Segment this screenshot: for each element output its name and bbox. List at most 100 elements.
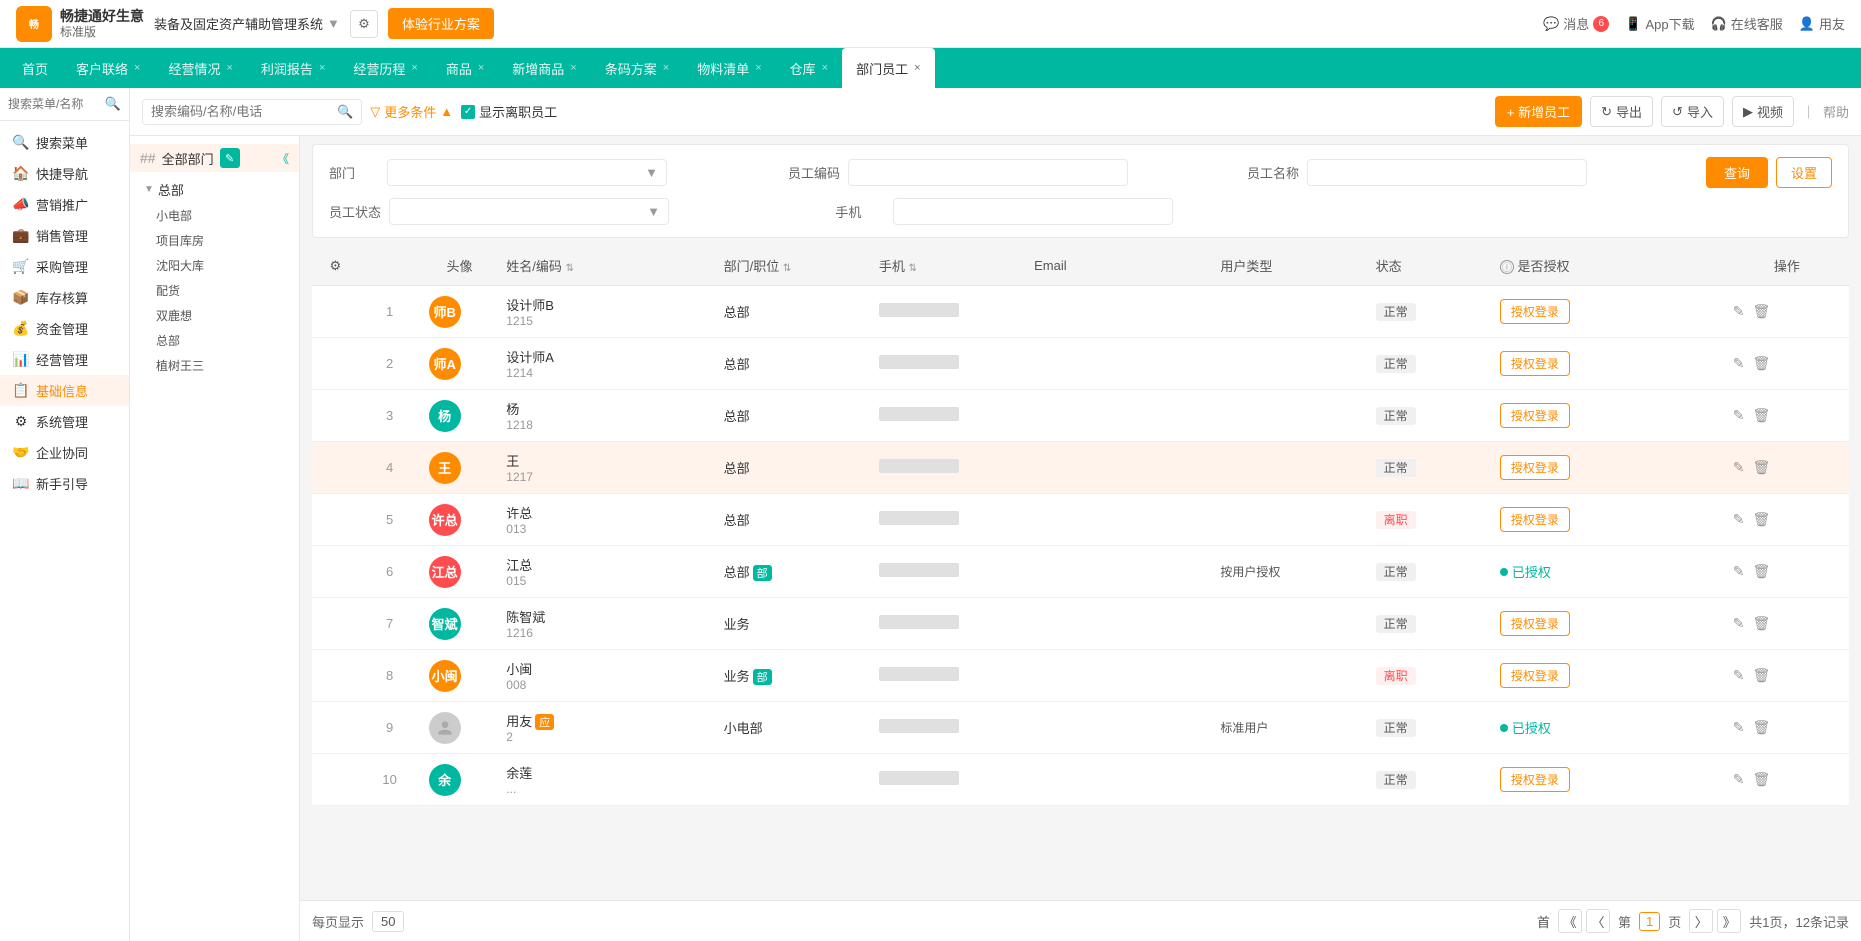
delete-icon[interactable]: 🗑 xyxy=(1752,771,1770,788)
delete-icon[interactable]: 🗑 xyxy=(1752,459,1770,476)
next-button[interactable]: 〉 xyxy=(1689,909,1713,933)
close-icon[interactable]: × xyxy=(134,62,140,74)
emp-name-input[interactable] xyxy=(1307,159,1587,186)
edit-icon[interactable]: ✎ xyxy=(1733,303,1745,320)
nav-item-goods[interactable]: 商品× xyxy=(432,48,498,88)
nav-item-customer[interactable]: 客户联络× xyxy=(62,48,154,88)
edit-icon[interactable]: ✎ xyxy=(1733,511,1745,528)
search-input[interactable] xyxy=(151,104,331,119)
edit-icon[interactable]: ✎ xyxy=(1733,355,1745,372)
sidebar-item-purchase[interactable]: 🛒 采购管理 xyxy=(0,251,129,282)
chevron-down-icon[interactable]: ▼ xyxy=(327,16,340,31)
close-icon[interactable]: × xyxy=(411,62,417,74)
dept-child-zongbu[interactable]: 总部 xyxy=(130,328,299,353)
online-service-button[interactable]: 🎧 在线客服 xyxy=(1711,14,1783,33)
help-text[interactable]: 帮助 xyxy=(1823,102,1849,121)
export-button[interactable]: ↻ 导出 xyxy=(1590,96,1653,127)
nav-item-home[interactable]: 首页 xyxy=(8,48,62,88)
nav-item-profit[interactable]: 利润报告× xyxy=(247,48,339,88)
dept-child-shuanglu[interactable]: 双鹿想 xyxy=(130,303,299,328)
sidebar-item-inventory[interactable]: 📦 库存核算 xyxy=(0,282,129,313)
sidebar-search-input[interactable] xyxy=(8,97,101,111)
auth-login-button[interactable]: 授权登录 xyxy=(1500,299,1570,324)
sidebar-item-operations[interactable]: 📊 经营管理 xyxy=(0,344,129,375)
edit-icon[interactable]: ✎ xyxy=(1733,459,1745,476)
col-phone-header[interactable]: 手机 ⇅ xyxy=(871,246,1026,286)
info-icon[interactable]: ⓘ xyxy=(1500,260,1514,274)
prev-button[interactable]: 〈 xyxy=(1586,909,1610,933)
close-icon[interactable]: × xyxy=(319,62,325,74)
view-button[interactable]: ▶ 视频 xyxy=(1732,96,1794,127)
sidebar-item-search[interactable]: 🔍 搜索菜单 xyxy=(0,127,129,158)
nav-item-warehouse[interactable]: 仓库× xyxy=(776,48,842,88)
delete-icon[interactable]: 🗑 xyxy=(1752,563,1770,580)
dept-edit-icon[interactable]: ✎ xyxy=(220,148,240,168)
sidebar-item-system[interactable]: ⚙ 系统管理 xyxy=(0,406,129,437)
nav-item-dept[interactable]: 部门员工× xyxy=(842,48,934,88)
delete-icon[interactable]: 🗑 xyxy=(1752,303,1770,320)
auth-login-button[interactable]: 授权登录 xyxy=(1500,767,1570,792)
sort-icon[interactable]: ⇅ xyxy=(783,263,791,274)
delete-icon[interactable]: 🗑 xyxy=(1752,511,1770,528)
current-page[interactable]: 1 xyxy=(1639,912,1660,931)
delete-icon[interactable]: 🗑 xyxy=(1752,719,1770,736)
phone-input[interactable] xyxy=(893,198,1173,225)
next-next-button[interactable]: 》 xyxy=(1717,909,1741,933)
dept-filter-select[interactable]: ▼ xyxy=(387,159,667,186)
edit-icon[interactable]: ✎ xyxy=(1733,615,1745,632)
emp-status-select[interactable]: ▼ xyxy=(389,198,669,225)
col-dept-header[interactable]: 部门/职位 ⇅ xyxy=(716,246,871,286)
gear-button[interactable]: ⚙ xyxy=(350,10,378,38)
col-settings[interactable]: ⚙ xyxy=(312,246,359,286)
nav-item-bom[interactable]: 物料清单× xyxy=(683,48,775,88)
sidebar-item-collab[interactable]: 🤝 企业协同 xyxy=(0,437,129,468)
more-filter-button[interactable]: ▽ 更多条件 ▲ xyxy=(370,102,453,121)
delete-icon[interactable]: 🗑 xyxy=(1752,407,1770,424)
auth-login-button[interactable]: 授权登录 xyxy=(1500,611,1570,636)
close-icon[interactable]: × xyxy=(663,62,669,74)
per-page-value[interactable]: 50 xyxy=(372,911,404,932)
sidebar-item-basic-info[interactable]: 📋 基础信息 xyxy=(0,375,129,406)
edit-icon[interactable]: ✎ xyxy=(1733,563,1745,580)
emp-code-input[interactable] xyxy=(848,159,1128,186)
edit-icon[interactable]: ✎ xyxy=(1733,771,1745,788)
app-download-button[interactable]: 📱 App下载 xyxy=(1625,14,1694,33)
sidebar-item-finance[interactable]: 💰 资金管理 xyxy=(0,313,129,344)
dept-child-zhishu[interactable]: 植树王三 xyxy=(130,353,299,378)
close-icon[interactable]: × xyxy=(822,62,828,74)
close-icon[interactable]: × xyxy=(914,62,920,74)
close-icon[interactable]: × xyxy=(478,62,484,74)
close-icon[interactable]: × xyxy=(755,62,761,74)
nav-item-barcode[interactable]: 条码方案× xyxy=(591,48,683,88)
user-menu[interactable]: 👤 用友 xyxy=(1799,14,1845,33)
dept-child-shenyang[interactable]: 沈阳大库 xyxy=(130,253,299,278)
add-employee-button[interactable]: + 新增员工 xyxy=(1495,96,1582,127)
nav-item-add-goods[interactable]: 新增商品× xyxy=(498,48,590,88)
delete-icon[interactable]: 🗑 xyxy=(1752,615,1770,632)
dept-collapse-button[interactable]: 《 xyxy=(277,150,289,167)
dept-child-peihuo[interactable]: 配货 xyxy=(130,278,299,303)
auth-login-button[interactable]: 授权登录 xyxy=(1500,507,1570,532)
message-button[interactable]: 💬 消息 6 xyxy=(1543,14,1609,33)
auth-login-button[interactable]: 授权登录 xyxy=(1500,455,1570,480)
auth-login-button[interactable]: 授权登录 xyxy=(1500,403,1570,428)
dept-child-project[interactable]: 项目库房 xyxy=(130,228,299,253)
import-button[interactable]: ↺ 导入 xyxy=(1661,96,1724,127)
edit-icon[interactable]: ✎ xyxy=(1733,719,1745,736)
sort-icon[interactable]: ⇅ xyxy=(566,263,574,274)
close-icon[interactable]: × xyxy=(570,62,576,74)
dept-group-title[interactable]: ▼ 总部 xyxy=(130,176,299,203)
col-name-header[interactable]: 姓名/编码 ⇅ xyxy=(498,246,715,286)
trial-button[interactable]: 体验行业方案 xyxy=(388,8,494,39)
show-resign-toggle[interactable]: ✓ 显示离职员工 xyxy=(461,102,557,121)
dept-child-xiaodian[interactable]: 小电部 xyxy=(130,203,299,228)
sidebar-item-marketing[interactable]: 📣 营销推广 xyxy=(0,189,129,220)
sort-icon[interactable]: ⇅ xyxy=(909,263,917,274)
delete-icon[interactable]: 🗑 xyxy=(1752,667,1770,684)
prev-prev-button[interactable]: 《 xyxy=(1558,909,1582,933)
sidebar-item-guide[interactable]: 📖 新手引导 xyxy=(0,468,129,499)
set-button[interactable]: 设置 xyxy=(1776,157,1832,188)
dept-all-item[interactable]: ## 全部部门 ✎ 《 xyxy=(130,144,299,172)
nav-item-operations[interactable]: 经营情况× xyxy=(154,48,246,88)
help-icon[interactable]: ｜ xyxy=(1802,102,1815,121)
